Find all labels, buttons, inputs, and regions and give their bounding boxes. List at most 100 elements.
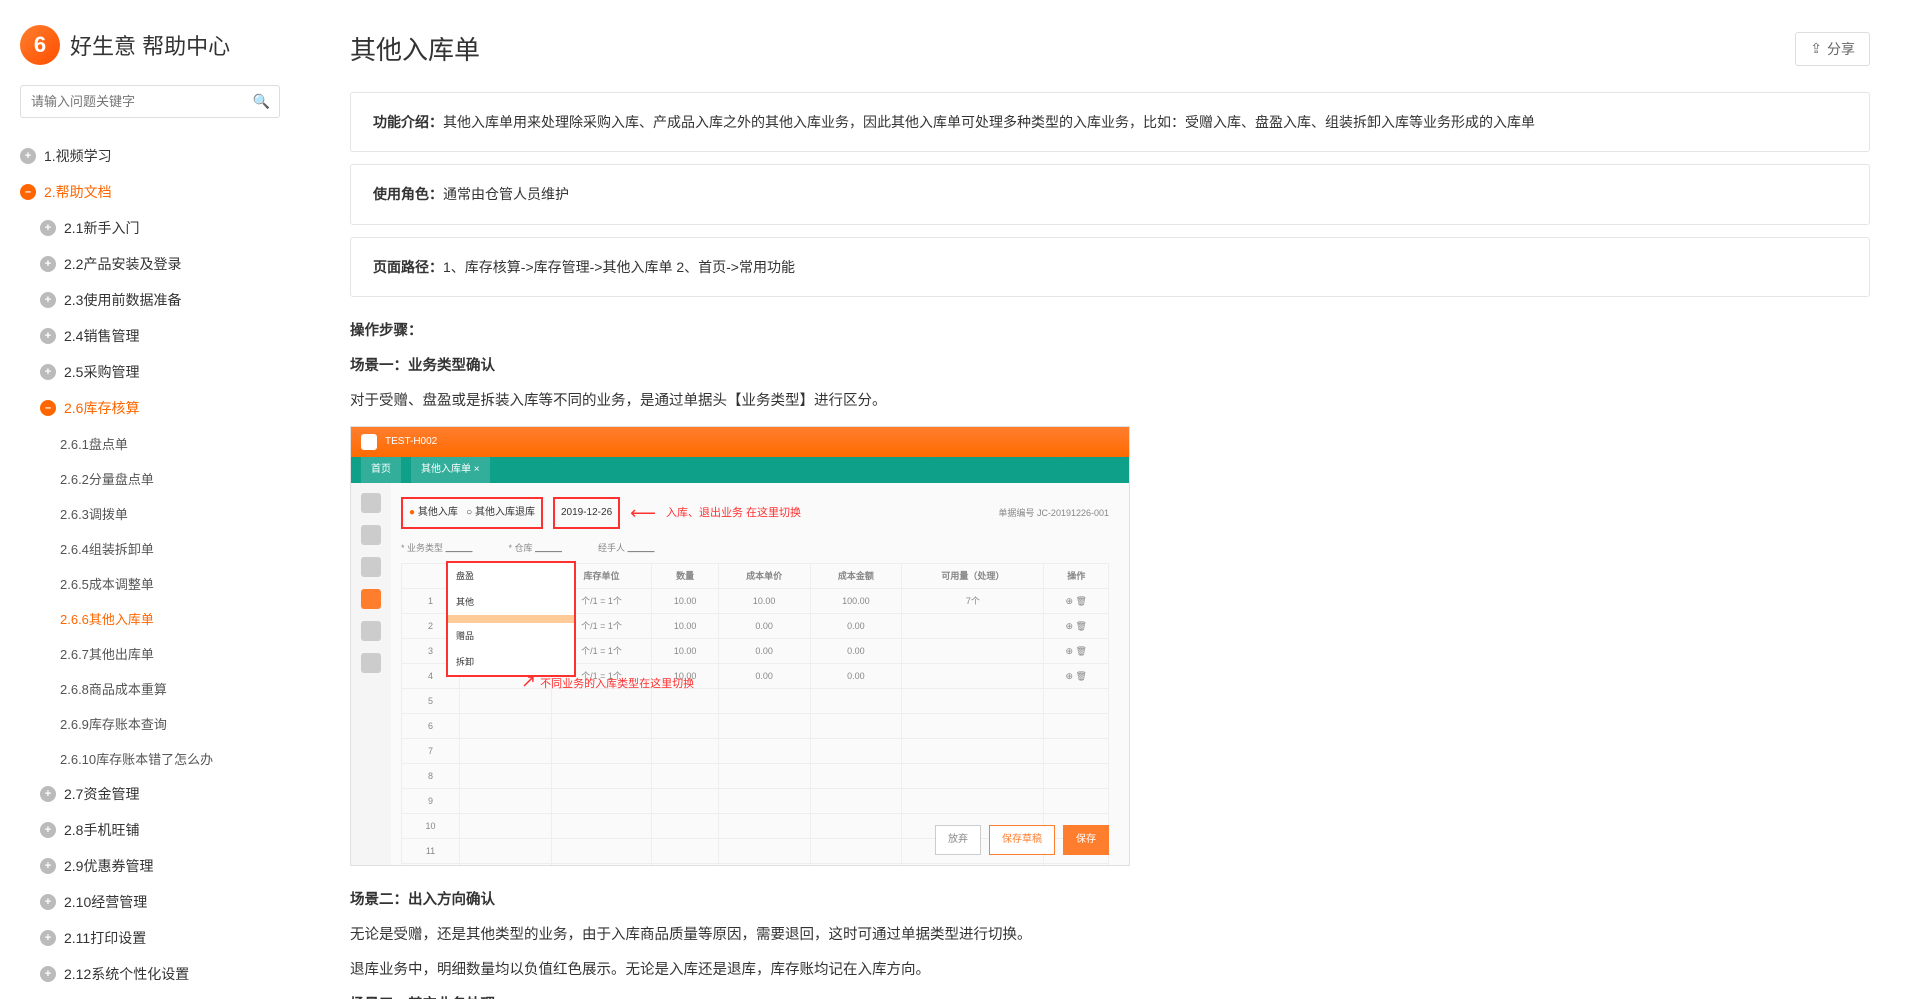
nav-263[interactable]: 2.6.3调拨单 xyxy=(20,496,280,531)
nav-265[interactable]: 2.6.5成本调整单 xyxy=(20,566,280,601)
ss-draft-button: 保存草稿 xyxy=(989,825,1055,855)
share-button[interactable]: ⇪ 分享 xyxy=(1795,32,1870,66)
plus-icon: + xyxy=(40,894,56,910)
nav-label: 2.6.2分量盘点单 xyxy=(60,469,154,488)
minus-icon: – xyxy=(20,184,36,200)
ss-th: 数量 xyxy=(652,564,718,589)
nav-label: 2.9优惠券管理 xyxy=(64,856,153,876)
nav-label: 2.6.4组装拆卸单 xyxy=(60,539,154,558)
ss-td: 0.00 xyxy=(718,614,810,639)
ss-annotation1: 入库、退出业务 在这里切换 xyxy=(666,502,801,524)
scene1-title: 场景一：业务类型确认 xyxy=(350,352,1870,381)
logo-icon: 6 xyxy=(20,25,60,65)
nav-266[interactable]: 2.6.6其他入库单 xyxy=(20,601,280,636)
ss-save-button: 保存 xyxy=(1063,825,1109,855)
steps-label: 操作步骤： xyxy=(350,317,1870,346)
ss-nav-icon xyxy=(361,589,381,609)
site-title: 好生意 帮助中心 xyxy=(70,29,230,61)
ss-tab-doc: 其他入库单 × xyxy=(411,457,490,483)
nav-213[interactable]: +2.13在线支付 xyxy=(20,992,280,999)
nav-26[interactable]: –2.6库存核算 xyxy=(20,390,280,426)
logo-area: 6 好生意 帮助中心 xyxy=(20,25,280,65)
nav-2610[interactable]: 2.6.10库存账本错了怎么办 xyxy=(20,741,280,776)
ss-total-amt: 100.00 xyxy=(810,864,902,867)
scene2-text1: 无论是受赠，还是其他类型的业务，由于入库商品质量等原因，需要退回，这时可通过单据… xyxy=(350,921,1870,950)
ss-body: ● 其他入库 ○ 其他入库退库 2019-12-26 ⟵ 入库、退出业务 在这里… xyxy=(351,483,1129,866)
ss-th: 成本单价 xyxy=(718,564,810,589)
nav-267[interactable]: 2.6.7其他出库单 xyxy=(20,636,280,671)
plus-icon: + xyxy=(40,328,56,344)
search-icon[interactable]: 🔍 xyxy=(253,93,270,110)
nav-24[interactable]: +2.4销售管理 xyxy=(20,318,280,354)
nav-label: 2.5采购管理 xyxy=(64,362,139,382)
nav-label: 2.6.5成本调整单 xyxy=(60,574,154,593)
ss-td: 10.00 xyxy=(652,639,718,664)
ss-th: 成本金额 xyxy=(810,564,902,589)
nav-25[interactable]: +2.5采购管理 xyxy=(20,354,280,390)
nav-label: 2.帮助文档 xyxy=(44,182,112,202)
nav-261[interactable]: 2.6.1盘点单 xyxy=(20,426,280,461)
nav-264[interactable]: 2.6.4组装拆卸单 xyxy=(20,531,280,566)
nav-28[interactable]: +2.8手机旺铺 xyxy=(20,812,280,848)
ss-td: 7个 xyxy=(902,589,1044,614)
page-header: 其他入库单 ⇪ 分享 xyxy=(350,30,1870,67)
ss-td: 100.00 xyxy=(810,589,902,614)
nav-29[interactable]: +2.9优惠券管理 xyxy=(20,848,280,884)
nav-22[interactable]: +2.2产品安装及登录 xyxy=(20,246,280,282)
ss-opt: 赠品 xyxy=(448,623,574,649)
nav-262[interactable]: 2.6.2分量盘点单 xyxy=(20,461,280,496)
scene2-text2: 退库业务中，明细数量均以负值红色展示。无论是入库还是退库，库存账均记在入库方向。 xyxy=(350,956,1870,985)
embedded-screenshot: TEST-H002 首页 其他入库单 × xyxy=(350,426,1130,866)
plus-icon: + xyxy=(40,220,56,236)
nav-docs[interactable]: –2.帮助文档 xyxy=(20,174,280,210)
ss-docno: JC-20191226-001 xyxy=(1037,508,1109,518)
ss-radio-group: ● 其他入库 ○ 其他入库退库 xyxy=(401,497,543,529)
path-label: 页面路径： xyxy=(373,259,443,275)
path-text: 1、库存核算->库存管理->其他入库单 2、首页->常用功能 xyxy=(443,259,795,275)
ss-total-qty: 40.00 xyxy=(652,864,718,867)
nav-212[interactable]: +2.12系统个性化设置 xyxy=(20,956,280,992)
intro-label: 功能介绍： xyxy=(373,114,443,130)
plus-icon: + xyxy=(40,858,56,874)
nav-211[interactable]: +2.11打印设置 xyxy=(20,920,280,956)
nav-label: 1.视频学习 xyxy=(44,146,112,166)
ss-nav-icon xyxy=(361,557,381,577)
plus-icon: + xyxy=(40,364,56,380)
role-text: 通常由仓管人员维护 xyxy=(443,186,569,202)
nav-268[interactable]: 2.6.8商品成本重算 xyxy=(20,671,280,706)
ss-sidenav xyxy=(351,483,391,866)
nav-21[interactable]: +2.1新手入门 xyxy=(20,210,280,246)
arrow-icon: ⟵ xyxy=(630,495,656,531)
search-input[interactable] xyxy=(20,85,280,118)
ss-topbar: TEST-H002 xyxy=(351,427,1129,457)
main-content: 其他入库单 ⇪ 分享 功能介绍：其他入库单用来处理除采购入库、产成品入库之外的其… xyxy=(300,0,1920,999)
plus-icon: + xyxy=(40,292,56,308)
sidebar: 6 好生意 帮助中心 🔍 +1.视频学习 –2.帮助文档 +2.1新手入门 +2… xyxy=(0,0,300,999)
ss-td: 0.00 xyxy=(718,639,810,664)
path-box: 页面路径：1、库存核算->库存管理->其他入库单 2、首页->常用功能 xyxy=(350,237,1870,297)
nav-label: 2.6.6其他入库单 xyxy=(60,609,154,628)
ss-radio1: 其他入库 xyxy=(418,507,458,518)
plus-icon: + xyxy=(40,786,56,802)
page-title: 其他入库单 xyxy=(350,30,480,67)
nav-label: 2.6.1盘点单 xyxy=(60,434,128,453)
nav-23[interactable]: +2.3使用前数据准备 xyxy=(20,282,280,318)
nav-269[interactable]: 2.6.9库存账本查询 xyxy=(20,706,280,741)
ss-annotation2: 不同业务的入库类型在这里切换 xyxy=(540,678,694,690)
search-box: 🔍 xyxy=(20,85,280,118)
nav-label: 2.10经营管理 xyxy=(64,892,147,912)
nav-video[interactable]: +1.视频学习 xyxy=(20,138,280,174)
nav-27[interactable]: +2.7资金管理 xyxy=(20,776,280,812)
ss-nav-icon xyxy=(361,653,381,673)
ss-nav-icon xyxy=(361,525,381,545)
nav-label: 2.7资金管理 xyxy=(64,784,139,804)
intro-box: 功能介绍：其他入库单用来处理除采购入库、产成品入库之外的其他入库业务，因此其他入… xyxy=(350,92,1870,152)
nav-label: 2.12系统个性化设置 xyxy=(64,964,189,984)
ss-td: 0.00 xyxy=(718,664,810,689)
ss-th: 可用量（处理） xyxy=(902,564,1044,589)
ss-tab-home: 首页 xyxy=(361,457,401,483)
nav-label: 2.2产品安装及登录 xyxy=(64,254,181,274)
ss-opt xyxy=(448,615,574,623)
ss-footer: 放弃 保存草稿 保存 xyxy=(935,825,1109,855)
nav-210[interactable]: +2.10经营管理 xyxy=(20,884,280,920)
